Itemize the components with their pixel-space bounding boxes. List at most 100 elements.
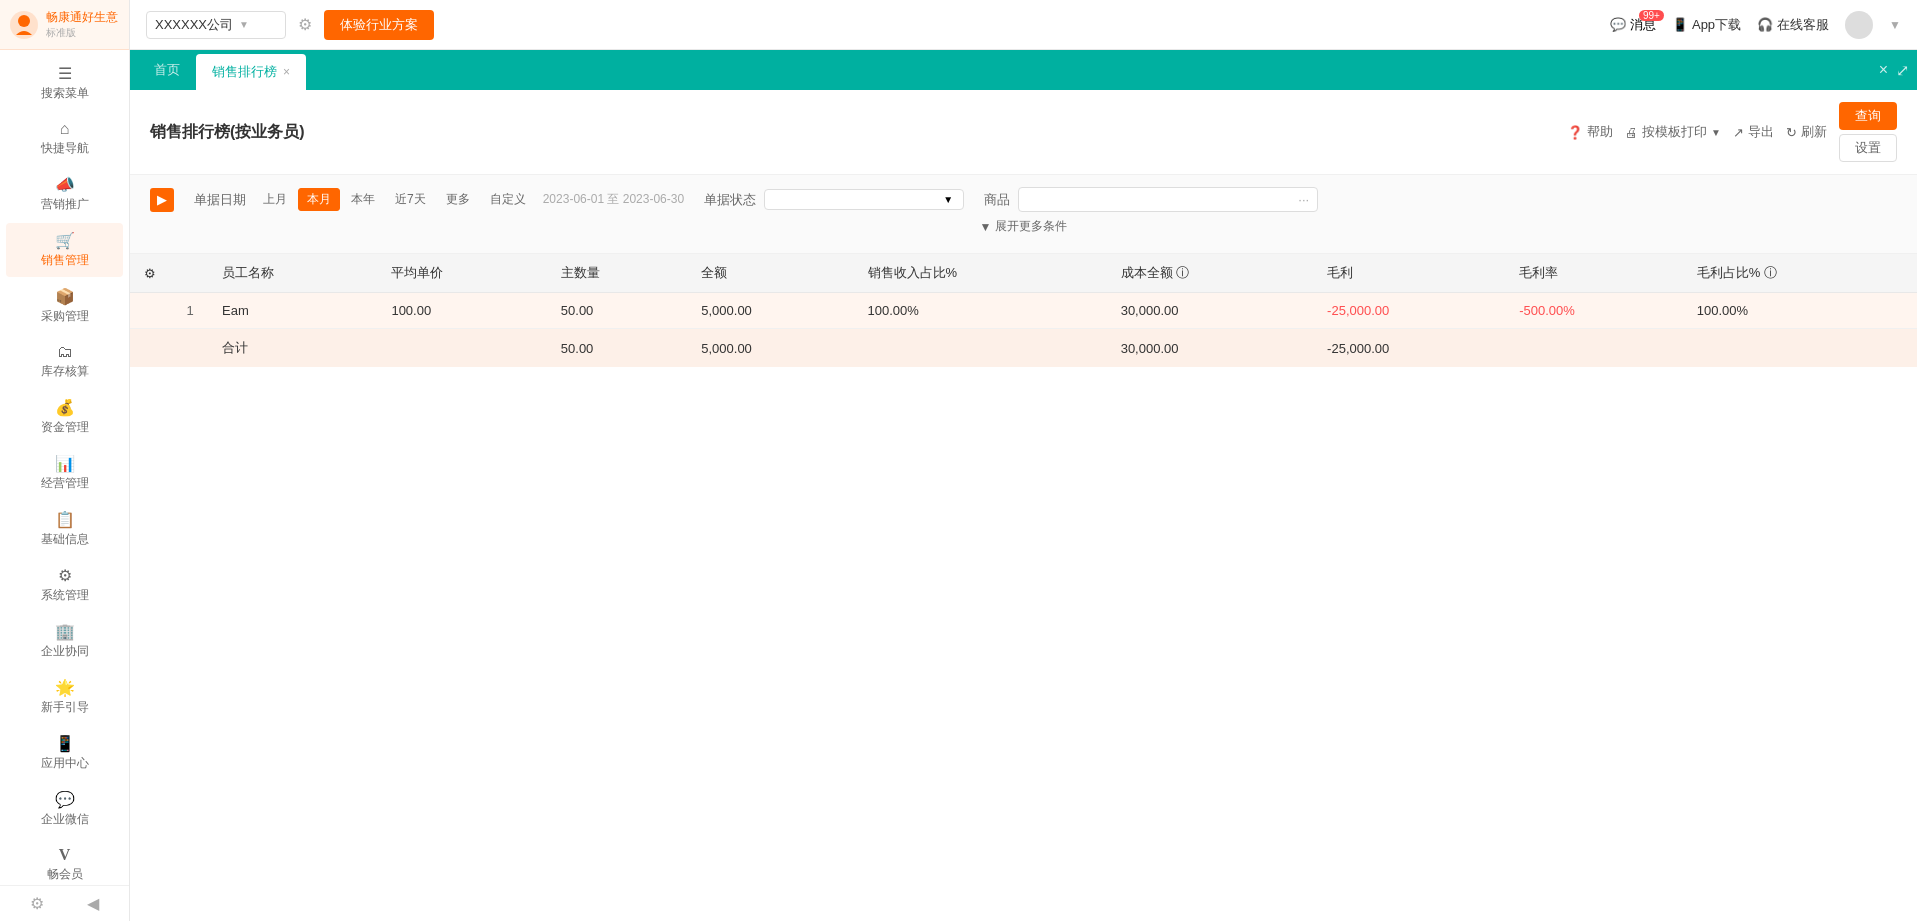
inventory-icon: 🗂 (57, 343, 73, 361)
sidebar-item-sales[interactable]: 🛒 销售管理 (6, 223, 123, 277)
tabbar: 首页 销售排行榜 × × ⤢ (130, 50, 1917, 90)
sidebar-item-inventory[interactable]: 🗂 库存核算 (6, 335, 123, 388)
sidebar-nav: ☰ 搜索菜单 ⌂ 快捷导航 📣 营销推广 🛒 销售管理 📦 采购管理 🗂 库存核… (0, 50, 129, 885)
footer-empty-1 (130, 329, 170, 368)
sidebar-logo: 畅康通好生意 标准版 (0, 0, 129, 50)
tab-sales-ranking[interactable]: 销售排行榜 × (196, 54, 306, 90)
message-badge: 99+ (1639, 10, 1664, 21)
footer-empty-2 (170, 329, 210, 368)
footer-gross: -25,000.00 (1315, 329, 1507, 368)
status-select[interactable]: ▼ (764, 189, 964, 210)
cell-avg-price: 100.00 (379, 293, 548, 329)
app-download-btn[interactable]: 📱 App下载 (1672, 16, 1741, 34)
sidebar-item-guide[interactable]: 🌟 新手引导 (6, 670, 123, 724)
col-header-settings[interactable]: ⚙ (130, 254, 170, 293)
logo-icon (8, 9, 40, 41)
filter-row-1: ▶ 单据日期 上月 本月 本年 近7天 更多 自定义 2023-06-01 至 … (150, 187, 1897, 212)
company-select[interactable]: XXXXXX公司 ▼ (146, 11, 286, 39)
settings-btn[interactable]: 设置 (1839, 134, 1897, 162)
col-header-gross-pct: 毛利占比% ⓘ (1685, 254, 1917, 293)
topbar-settings-icon[interactable]: ⚙ (298, 15, 312, 34)
member-icon: V (59, 846, 71, 864)
tab-sales-ranking-label: 销售排行榜 (212, 63, 277, 81)
query-btn[interactable]: 查询 (1839, 102, 1897, 130)
app-name: 畅康通好生意 (46, 9, 118, 26)
sidebar-item-marketing[interactable]: 📣 营销推广 (6, 167, 123, 221)
sidebar-item-app-center[interactable]: 📱 应用中心 (6, 726, 123, 780)
date-tab-custom[interactable]: 自定义 (481, 188, 535, 211)
marketing-icon: 📣 (55, 175, 75, 194)
sidebar-item-label: 资金管理 (41, 419, 89, 436)
sidebar-item-label: 企业微信 (41, 811, 89, 828)
date-tab-more[interactable]: 更多 (437, 188, 479, 211)
sidebar-item-label: 经营管理 (41, 475, 89, 492)
online-service-label: 在线客服 (1777, 16, 1829, 34)
cell-gross-pct: 100.00% (1685, 293, 1917, 329)
tab-close-icon[interactable]: × (283, 65, 290, 79)
expand-more-btn[interactable]: ▼ 展开更多条件 (150, 212, 1897, 241)
sidebar-item-search[interactable]: ☰ 搜索菜单 (6, 56, 123, 110)
cell-cost: 30,000.00 (1109, 293, 1315, 329)
svg-point-1 (18, 15, 30, 27)
filter-toggle-btn[interactable]: ▶ (150, 188, 174, 212)
date-tab-this-month[interactable]: 本月 (298, 188, 340, 211)
sidebar-item-quick-nav[interactable]: ⌂ 快捷导航 (6, 112, 123, 165)
sidebar-item-system[interactable]: ⚙ 系统管理 (6, 558, 123, 612)
template-print-btn[interactable]: 🖨 按模板打印 ▼ (1625, 123, 1721, 141)
tab-home[interactable]: 首页 (138, 50, 196, 90)
page-content: 销售排行榜(按业务员) ❓ 帮助 🖨 按模板打印 ▼ ↗ 导出 ↻ 刷新 (130, 90, 1917, 921)
sidebar-item-purchase[interactable]: 📦 采购管理 (6, 279, 123, 333)
message-btn[interactable]: 💬 消息 99+ (1610, 16, 1656, 34)
guide-icon: 🌟 (55, 678, 75, 697)
app-center-icon: 📱 (55, 734, 75, 753)
sidebar-item-label: 搜索菜单 (41, 85, 89, 102)
window-expand-btn[interactable]: ⤢ (1896, 61, 1909, 80)
col-header-rank (170, 254, 210, 293)
sidebar-item-basic-info[interactable]: 📋 基础信息 (6, 502, 123, 556)
sidebar-item-label: 企业协同 (41, 643, 89, 660)
help-btn[interactable]: ❓ 帮助 (1567, 123, 1613, 141)
footer-label: 合计 (210, 329, 379, 368)
print-icon: 🖨 (1625, 125, 1638, 140)
footer-avg-price-empty (379, 329, 548, 368)
sidebar-item-operations[interactable]: 📊 经营管理 (6, 446, 123, 500)
date-filter-group: 单据日期 上月 本月 本年 近7天 更多 自定义 2023-06-01 至 20… (194, 188, 684, 211)
cell-gross: -25,000.00 (1315, 293, 1507, 329)
basic-info-icon: 📋 (55, 510, 75, 529)
online-service-btn[interactable]: 🎧 在线客服 (1757, 16, 1829, 34)
export-label: 导出 (1748, 123, 1774, 141)
sidebar-item-finance[interactable]: 💰 资金管理 (6, 390, 123, 444)
user-avatar[interactable] (1845, 11, 1873, 39)
col-header-amount: 全额 (689, 254, 855, 293)
trial-button[interactable]: 体验行业方案 (324, 10, 434, 40)
goods-input-dots: ··· (1298, 192, 1309, 207)
sidebar-item-label: 销售管理 (41, 252, 89, 269)
sidebar-item-wechat[interactable]: 💬 企业微信 (6, 782, 123, 836)
refresh-btn[interactable]: ↻ 刷新 (1786, 123, 1827, 141)
refresh-icon: ↻ (1786, 125, 1797, 140)
col-header-qty: 主数量 (549, 254, 689, 293)
goods-input[interactable]: ··· (1018, 187, 1318, 212)
finance-icon: 💰 (55, 398, 75, 417)
column-settings-icon[interactable]: ⚙ (144, 266, 156, 281)
export-btn[interactable]: ↗ 导出 (1733, 123, 1774, 141)
window-close-btn[interactable]: × (1879, 61, 1888, 80)
sidebar-item-enterprise[interactable]: 🏢 企业协同 (6, 614, 123, 668)
sidebar-settings-btn[interactable]: ⚙ (30, 894, 44, 913)
status-dropdown-icon: ▼ (943, 194, 953, 205)
sidebar-item-member[interactable]: V 畅会员 (6, 838, 123, 885)
operations-icon: 📊 (55, 454, 75, 473)
date-tab-7days[interactable]: 近7天 (386, 188, 435, 211)
date-tab-this-year[interactable]: 本年 (342, 188, 384, 211)
sidebar-item-label: 系统管理 (41, 587, 89, 604)
status-filter-group: 单据状态 ▼ (704, 189, 964, 210)
date-tab-last-month[interactable]: 上月 (254, 188, 296, 211)
data-table: ⚙ 员工名称 平均单价 主数量 全额 销售收入占比% 成本全额 ⓘ 毛利 毛利率 (130, 254, 1917, 367)
cell-row-settings (130, 293, 170, 329)
system-icon: ⚙ (58, 566, 72, 585)
tab-home-label: 首页 (154, 61, 180, 79)
user-name[interactable]: ▼ (1889, 18, 1901, 32)
footer-sales-pct-empty (856, 329, 1109, 368)
print-chevron-icon: ▼ (1711, 127, 1721, 138)
sidebar-collapse-btn[interactable]: ◀ (87, 894, 99, 913)
